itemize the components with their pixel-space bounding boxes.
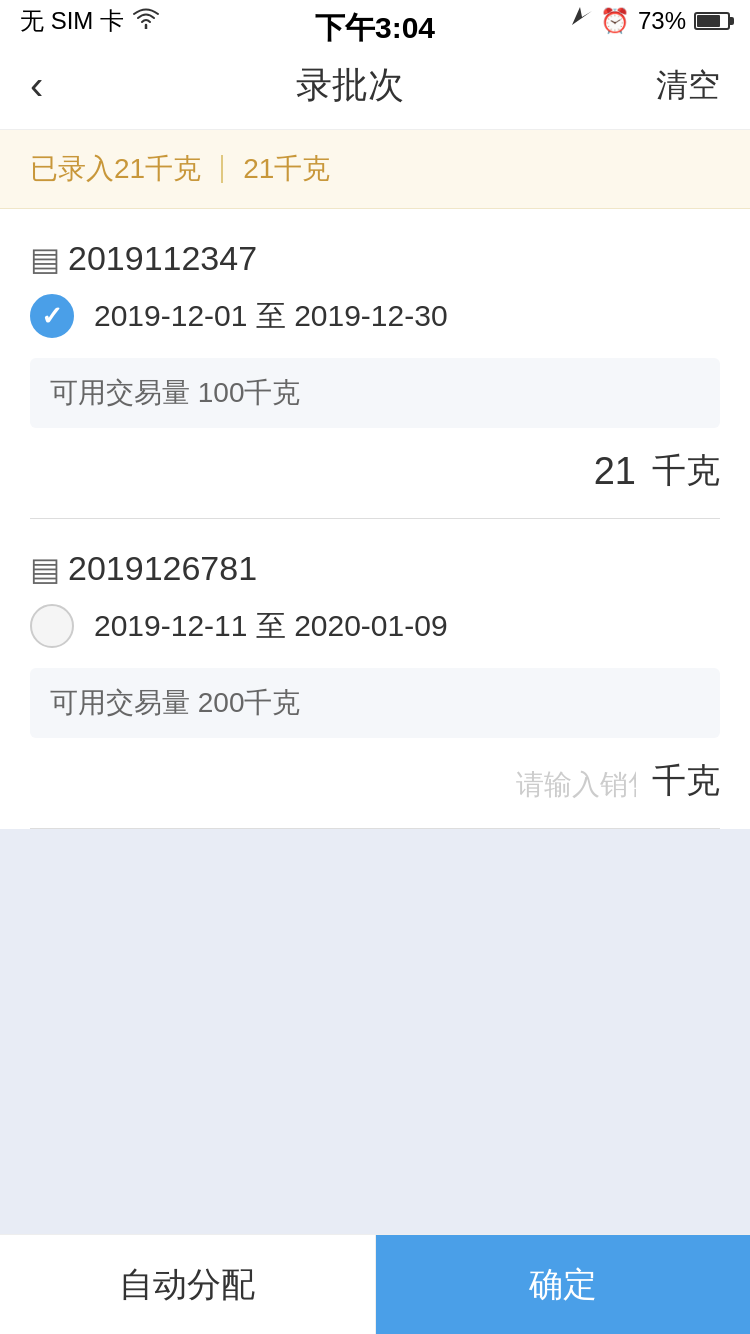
status-time: 下午3:04 — [315, 8, 435, 49]
clear-button[interactable]: 清空 — [656, 64, 720, 108]
batch-id-row-2: ▤ 2019126781 — [30, 549, 720, 588]
page-title: 录批次 — [296, 61, 404, 110]
auto-distribute-button[interactable]: 自动分配 — [0, 1235, 376, 1334]
batch-availability-1: 可用交易量 100千克 — [30, 358, 720, 428]
quantity-row-2: 千克 — [0, 738, 750, 828]
no-sim-text: 无 SIM 卡 — [20, 5, 124, 37]
quantity-input-2[interactable] — [516, 760, 636, 803]
batch-icon-2: ▤ — [30, 550, 60, 588]
quantity-unit-2: 千克 — [652, 758, 720, 804]
batch-item-2: ▤ 2019126781 2019-12-11 至 2020-01-09 可用交… — [0, 519, 750, 738]
batch-date-row-2[interactable]: 2019-12-11 至 2020-01-09 — [30, 604, 720, 648]
batch-availability-2: 可用交易量 200千克 — [30, 668, 720, 738]
summary-bar: 已录入21千克 21千克 — [0, 130, 750, 209]
radio-button-2[interactable] — [30, 604, 74, 648]
radio-button-1[interactable] — [30, 294, 74, 338]
status-right: ⏰ 73% — [572, 7, 730, 35]
summary-label: 已录入21千克 — [30, 150, 201, 188]
summary-divider — [221, 155, 223, 183]
content-spacer — [0, 829, 750, 1259]
status-bar: 无 SIM 卡 下午3:04 ⏰ 73% — [0, 0, 750, 42]
batch-id-2: 2019126781 — [68, 549, 257, 588]
back-button[interactable]: ‹ — [30, 63, 43, 108]
batch-date-1: 2019-12-01 至 2019-12-30 — [94, 296, 448, 337]
battery-icon — [694, 12, 730, 30]
quantity-row-1: 千克 — [0, 428, 750, 518]
batch-date-row-1[interactable]: 2019-12-01 至 2019-12-30 — [30, 294, 720, 338]
wifi-icon — [132, 7, 160, 35]
battery-percent: 73% — [638, 7, 686, 35]
svg-marker-0 — [572, 7, 592, 25]
bottom-bar: 自动分配 确定 — [0, 1234, 750, 1334]
quantity-section-2: 千克 — [0, 738, 750, 829]
quantity-unit-1: 千克 — [652, 448, 720, 494]
status-left: 无 SIM 卡 — [20, 5, 160, 37]
batch-icon-1: ▤ — [30, 240, 60, 278]
confirm-button[interactable]: 确定 — [376, 1235, 751, 1334]
alarm-icon: ⏰ — [600, 7, 630, 35]
batch-id-1: 2019112347 — [68, 239, 257, 278]
nav-bar: ‹ 录批次 清空 — [0, 42, 750, 130]
batch-item-1: ▤ 2019112347 2019-12-01 至 2019-12-30 可用交… — [0, 209, 750, 428]
quantity-input-1[interactable] — [516, 450, 636, 493]
summary-value: 21千克 — [243, 150, 330, 188]
location-icon — [572, 7, 592, 35]
batch-list: ▤ 2019112347 2019-12-01 至 2019-12-30 可用交… — [0, 209, 750, 829]
batch-date-2: 2019-12-11 至 2020-01-09 — [94, 606, 448, 647]
batch-id-row-1: ▤ 2019112347 — [30, 239, 720, 278]
quantity-section-1: 千克 — [0, 428, 750, 519]
